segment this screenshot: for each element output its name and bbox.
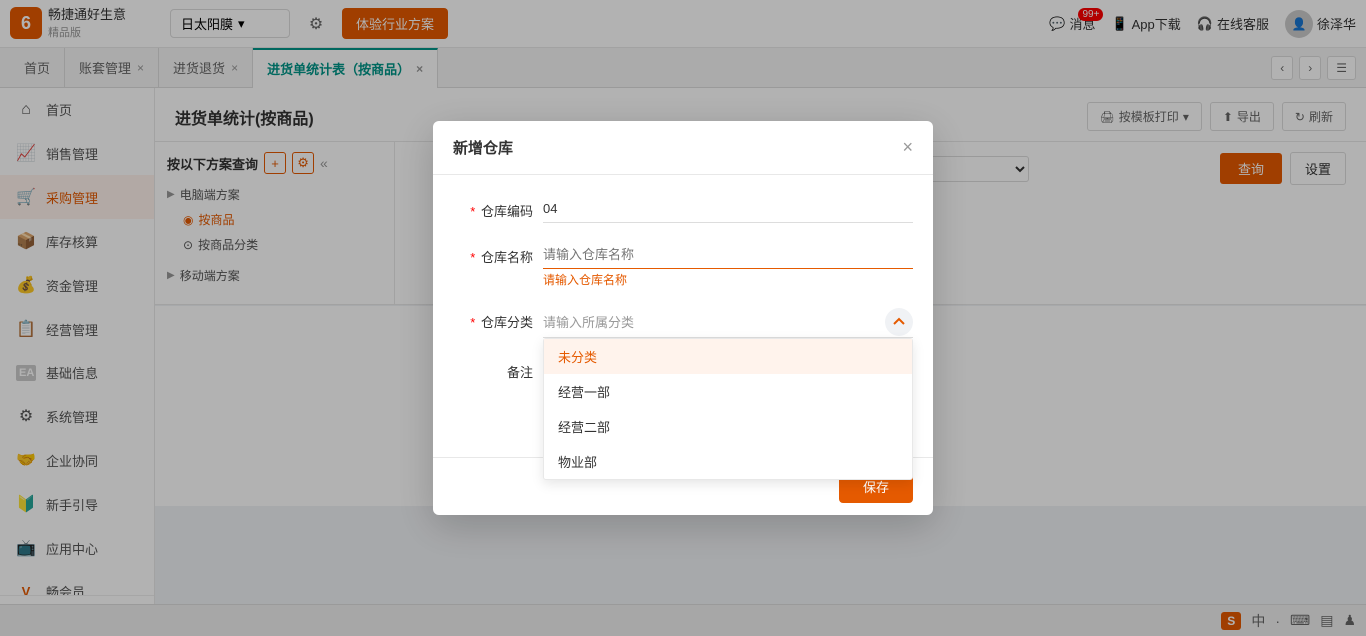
- form-name-control: 请输入仓库名称: [543, 241, 913, 288]
- form-name-label: * 仓库名称: [453, 241, 543, 266]
- dropdown-item-property[interactable]: 物业部: [544, 444, 912, 479]
- form-row-name: * 仓库名称 请输入仓库名称: [453, 241, 913, 288]
- category-dropdown-trigger[interactable]: 请输入所属分类: [543, 306, 913, 338]
- dropdown-item-dept1[interactable]: 经营一部: [544, 374, 912, 409]
- name-error-msg: 请输入仓库名称: [543, 271, 913, 288]
- form-code-control: [543, 195, 913, 223]
- form-row-code: * 仓库编码: [453, 195, 913, 223]
- required-star-name: *: [470, 250, 475, 265]
- category-placeholder: 请输入所属分类: [543, 312, 634, 331]
- modal-body: * 仓库编码 * 仓库名称 请输入仓库名称: [433, 175, 933, 457]
- form-category-label: * 仓库分类: [453, 306, 543, 331]
- modal-overlay[interactable]: 新增仓库 × * 仓库编码 * 仓库名称: [0, 0, 1366, 636]
- warehouse-code-input[interactable]: [543, 195, 913, 223]
- form-code-label: * 仓库编码: [453, 195, 543, 220]
- modal-close-button[interactable]: ×: [902, 137, 913, 158]
- warehouse-name-input[interactable]: [543, 241, 913, 269]
- form-row-category: * 仓库分类 请输入所属分类 未分类 经营一部: [453, 306, 913, 338]
- required-star-code: *: [470, 204, 475, 219]
- form-category-control: 请输入所属分类 未分类 经营一部 经营二部 物业部: [543, 306, 913, 338]
- dropdown-item-dept2[interactable]: 经营二部: [544, 409, 912, 444]
- new-warehouse-modal: 新增仓库 × * 仓库编码 * 仓库名称: [433, 121, 933, 515]
- form-remark-label: 备注: [453, 356, 543, 381]
- dropdown-item-uncategorized[interactable]: 未分类: [544, 339, 912, 374]
- required-star-category: *: [470, 315, 475, 330]
- modal-header: 新增仓库 ×: [433, 121, 933, 175]
- modal-title: 新增仓库: [453, 137, 513, 158]
- dropdown-arrow-icon[interactable]: [885, 308, 913, 336]
- chevron-up-icon: [892, 315, 906, 329]
- category-dropdown-list: 未分类 经营一部 经营二部 物业部: [543, 338, 913, 480]
